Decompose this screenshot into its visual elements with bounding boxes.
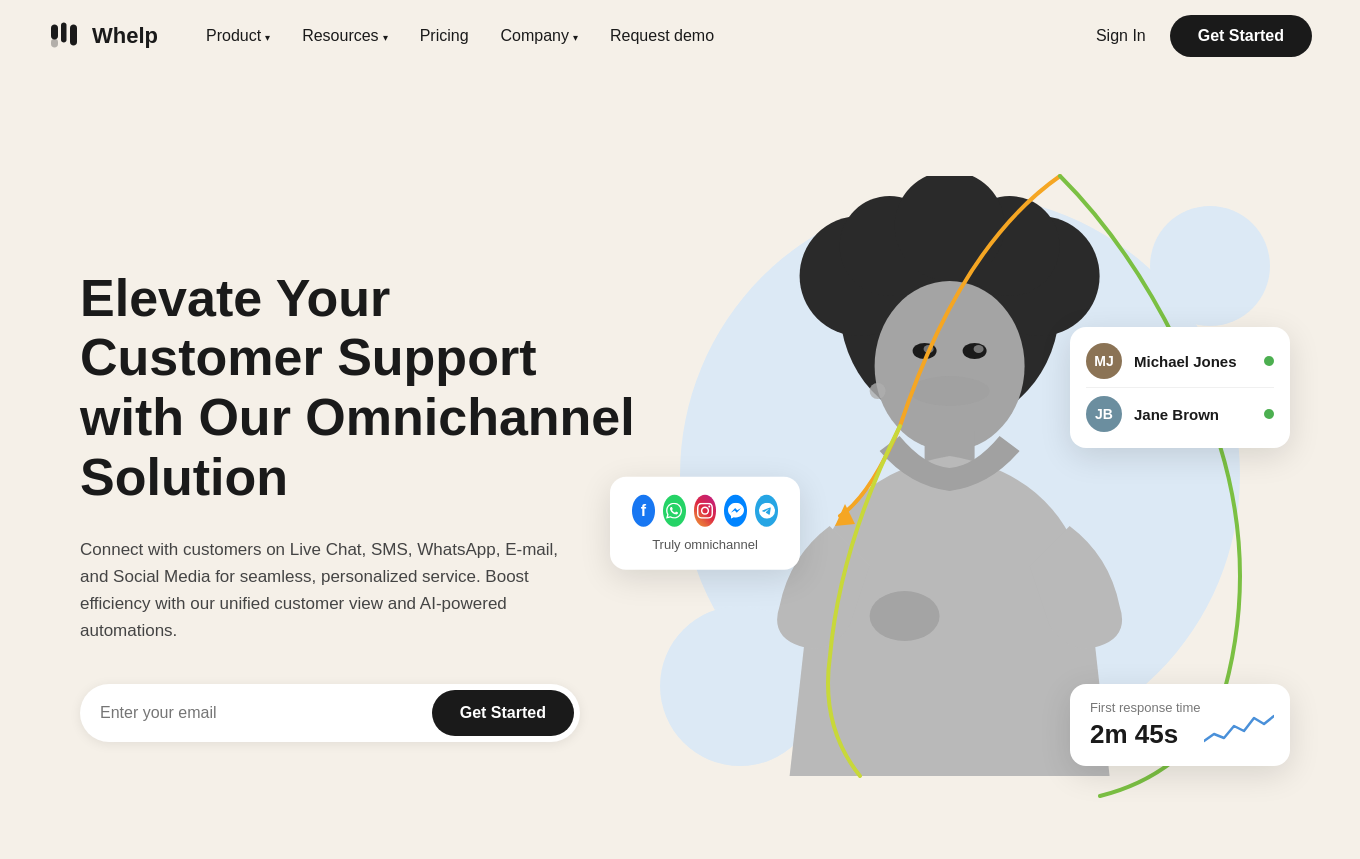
hero-subtitle: Connect with customers on Live Chat, SMS… [80, 536, 580, 645]
whatsapp-icon [663, 494, 686, 526]
facebook-icon: f [632, 494, 655, 526]
nav-resources[interactable]: Resources ▾ [302, 27, 387, 45]
agent-avatar-jb: JB [1086, 396, 1122, 432]
response-time-card: First response time 2m 45s [1070, 684, 1290, 766]
nav-request-demo[interactable]: Request demo [610, 27, 714, 45]
agent-avatar-mj: MJ [1086, 343, 1122, 379]
svg-point-8 [870, 591, 940, 641]
hero-right: f Truly omnichannel MJ Michael J [640, 126, 1280, 846]
messenger-icon [724, 494, 747, 526]
agent-row: JB Jane Brown [1086, 388, 1274, 440]
nav-company[interactable]: Company ▾ [501, 27, 578, 45]
svg-point-13 [924, 345, 934, 353]
nav-pricing[interactable]: Pricing [420, 27, 469, 45]
svg-point-10 [910, 376, 990, 406]
svg-point-14 [974, 345, 984, 353]
svg-point-9 [870, 383, 886, 399]
logo-text: Whelp [92, 23, 158, 49]
telegram-icon [755, 494, 778, 526]
email-input[interactable] [100, 704, 432, 722]
social-icons-row: f [632, 494, 778, 526]
instagram-icon [694, 494, 717, 526]
online-indicator [1264, 409, 1274, 419]
omnichannel-card: f Truly omnichannel [610, 476, 800, 569]
omnichannel-label: Truly omnichannel [632, 536, 778, 551]
logo-icon [48, 22, 84, 50]
agent-name-michael: Michael Jones [1134, 353, 1237, 370]
nav-links: Product ▾ Resources ▾ Pricing Company ▾ … [206, 27, 1096, 45]
svg-point-6 [875, 281, 1025, 451]
logo-link[interactable]: Whelp [48, 22, 158, 50]
agents-card: MJ Michael Jones JB Jane Brown [1070, 327, 1290, 448]
mini-chart [1204, 706, 1274, 750]
agent-row: MJ Michael Jones [1086, 335, 1274, 388]
hero-form: Get Started [80, 684, 580, 742]
chevron-down-icon: ▾ [383, 32, 388, 43]
navbar: Whelp Product ▾ Resources ▾ Pricing Comp… [0, 0, 1360, 72]
sign-in-button[interactable]: Sign In [1096, 27, 1146, 45]
nav-actions: Sign In Get Started [1096, 15, 1312, 57]
hero-title: Elevate Your Customer Support with Our O… [80, 269, 640, 508]
svg-point-5 [895, 176, 1005, 281]
chevron-down-icon: ▾ [573, 32, 578, 43]
get-started-button-nav[interactable]: Get Started [1170, 15, 1312, 57]
online-indicator [1264, 356, 1274, 366]
agent-name-jane: Jane Brown [1134, 406, 1219, 423]
hero-left: Elevate Your Customer Support with Our O… [80, 229, 640, 743]
get-started-button-form[interactable]: Get Started [432, 690, 574, 736]
hero-section: Elevate Your Customer Support with Our O… [0, 72, 1360, 859]
chevron-down-icon: ▾ [265, 32, 270, 43]
nav-product[interactable]: Product ▾ [206, 27, 270, 45]
